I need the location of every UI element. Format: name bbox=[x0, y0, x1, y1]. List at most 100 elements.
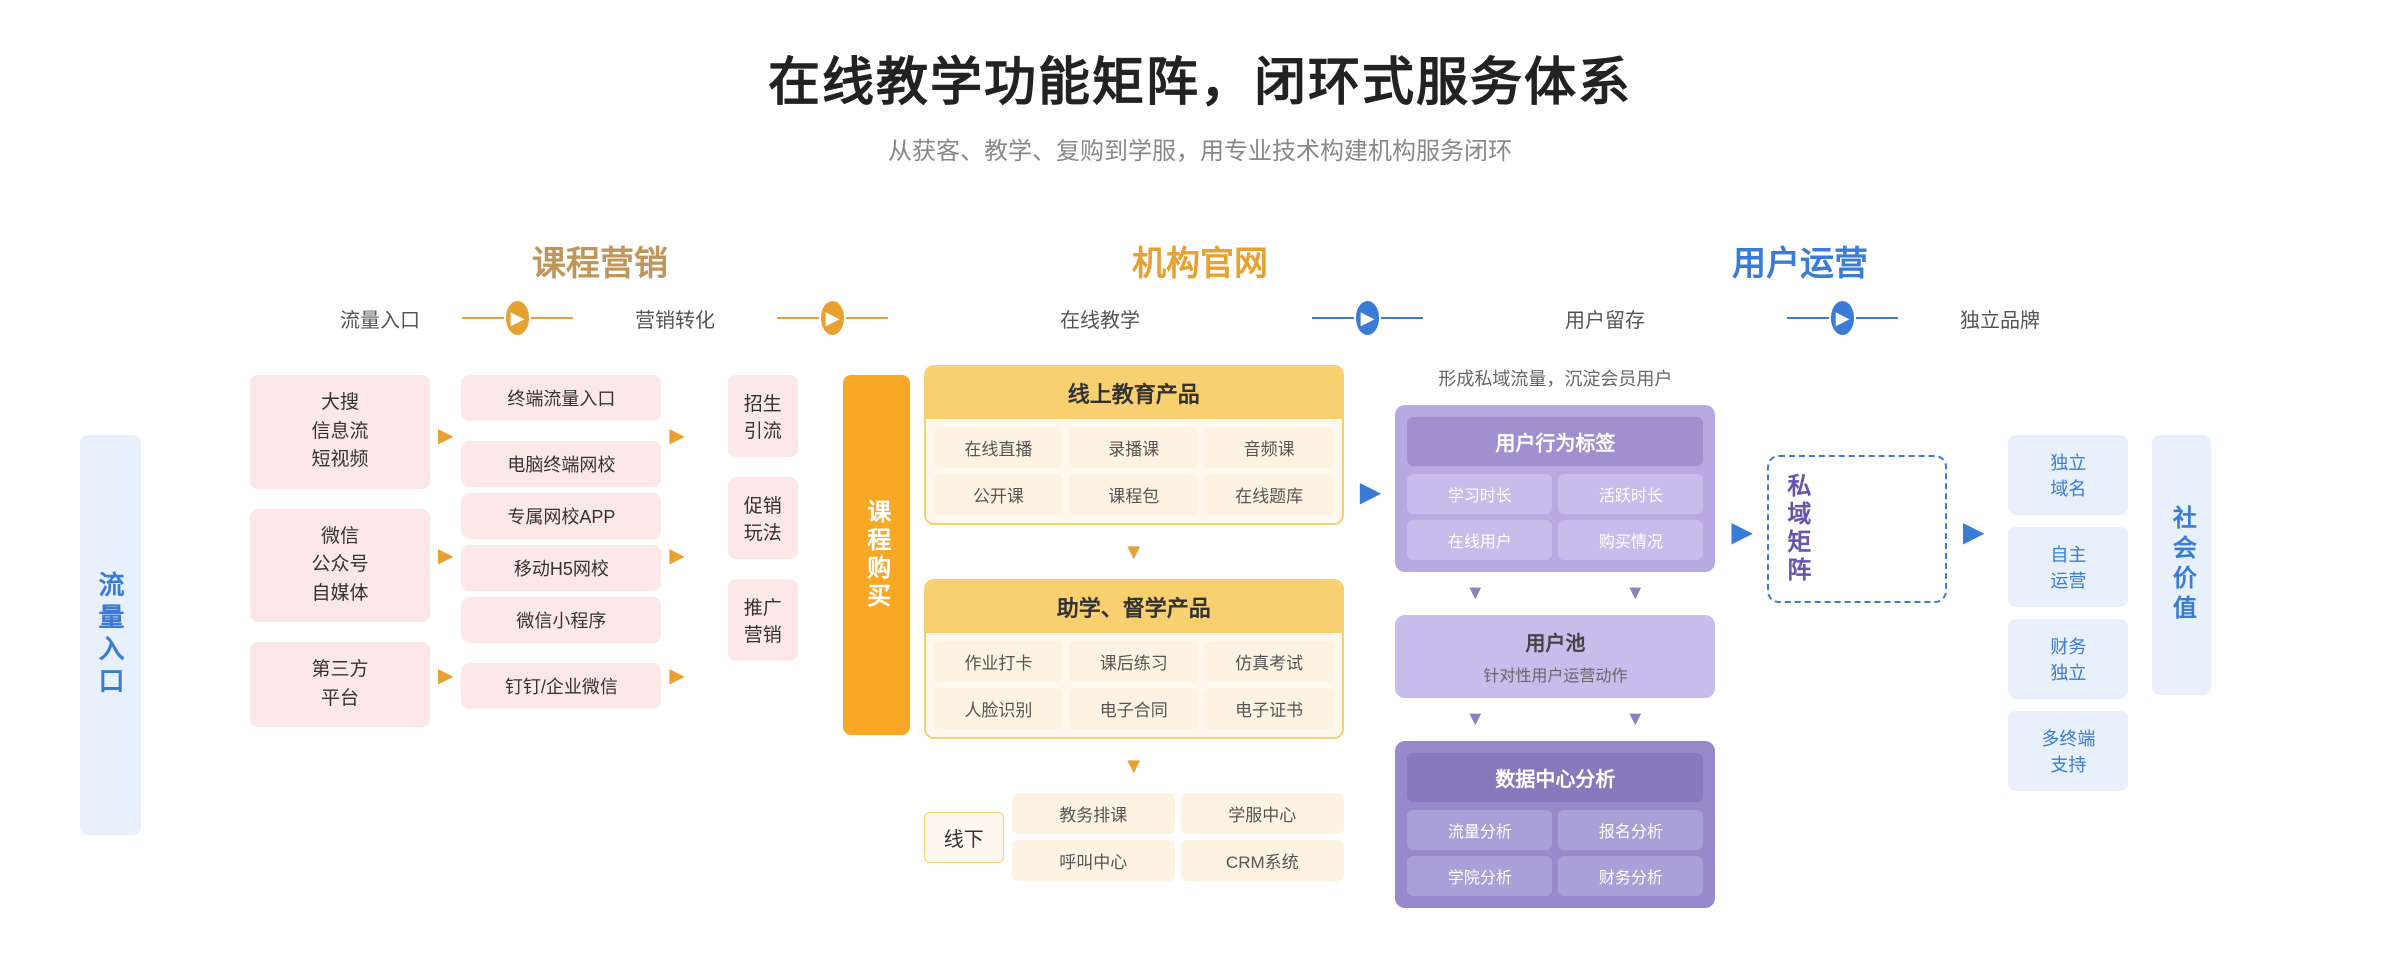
behavior-arrows: ▼ ▼ bbox=[1395, 582, 1715, 605]
product-block: 线上教育产品 在线直播 录播课 音频课 公开课 课程包 在线题库 bbox=[924, 365, 1344, 525]
product-cell-2: 音频课 bbox=[1204, 427, 1333, 468]
pipeline-line-6 bbox=[1381, 317, 1423, 319]
pipeline-label-2: 在线教学 bbox=[1060, 304, 1140, 333]
arrow-down-b1: ▼ bbox=[1625, 582, 1645, 605]
offline-label: 线下 bbox=[924, 812, 1004, 863]
data-center-item-2: 学院分析 bbox=[1407, 856, 1552, 896]
src-arrows: ▶ ▶ ▶ bbox=[434, 385, 457, 725]
offline-cell-2: 呼叫中心 bbox=[1012, 840, 1175, 881]
purchase-wrapper: 课程购买 bbox=[843, 375, 910, 735]
page-subtitle: 从获客、教学、复购到学服，用专业技术构建机构服务闭环 bbox=[60, 131, 2340, 166]
pipeline-line-7 bbox=[1787, 317, 1829, 319]
arrow-brand: ▶ bbox=[1963, 516, 1985, 547]
pipeline-line-2 bbox=[531, 317, 573, 319]
arrow-down-b0: ▼ bbox=[1465, 582, 1485, 605]
assist-cell-3: 人脸识别 bbox=[934, 688, 1063, 729]
data-center-grid: 流量分析 报名分析 学院分析 财务分析 bbox=[1407, 810, 1703, 896]
traffic-convert-col: 终端流量入口 电脑终端网校 专属网校APP 移动H5网校 微信小程序 钉钉/企业… bbox=[461, 375, 661, 709]
assist-header: 助学、督学产品 bbox=[926, 581, 1342, 633]
arrow-private: ▶ bbox=[1731, 516, 1753, 547]
product-grid: 在线直播 录播课 音频课 公开课 课程包 在线题库 bbox=[926, 419, 1342, 523]
cat-marketing: 课程营销 bbox=[532, 245, 668, 283]
behavior-item-2: 在线用户 bbox=[1407, 520, 1552, 560]
pipeline-line-5 bbox=[1312, 317, 1354, 319]
assist-grid: 作业打卡 课后练习 仿真考试 人脸识别 电子合同 电子证书 bbox=[926, 633, 1342, 737]
pipeline-label-4: 独立品牌 bbox=[1960, 304, 2040, 333]
brand-item-0: 独立域名 bbox=[2008, 435, 2128, 515]
private-domain-vert: 私域矩阵 bbox=[1779, 473, 1814, 585]
product-cell-0: 在线直播 bbox=[934, 427, 1063, 468]
traffic-item-0: 终端流量入口 bbox=[461, 375, 661, 421]
traffic-item-1d: 微信小程序 bbox=[461, 597, 661, 643]
pipeline-label-3: 用户留存 bbox=[1565, 304, 1645, 333]
traffic-item-1a: 电脑终端网校 bbox=[461, 441, 661, 487]
assist-cell-0: 作业打卡 bbox=[934, 641, 1063, 682]
data-center-item-0: 流量分析 bbox=[1407, 810, 1552, 850]
user-pool-block: 用户池 针对性用户运营动作 bbox=[1395, 615, 1715, 698]
offline-cell-3: CRM系统 bbox=[1181, 840, 1344, 881]
traffic-item-1b: 专属网校APP bbox=[461, 493, 661, 539]
arrow-s0: ▶ bbox=[438, 423, 453, 448]
arrow-down-2: ▼ bbox=[924, 753, 1344, 779]
assist-block: 助学、督学产品 作业打卡 课后练习 仿真考试 人脸识别 电子合同 电子证书 bbox=[924, 579, 1344, 739]
page-header: 在线教学功能矩阵，闭环式服务体系 从获客、教学、复购到学服，用专业技术构建机构服… bbox=[60, 0, 2340, 236]
category-row: 课程营销 机构官网 用户运营 bbox=[60, 236, 2340, 285]
offline-cell-0: 教务排课 bbox=[1012, 793, 1175, 834]
arrow-user: ▶ bbox=[1360, 476, 1382, 507]
page-title: 在线教学功能矩阵，闭环式服务体系 bbox=[60, 40, 2340, 115]
behavior-item-3: 购买情况 bbox=[1558, 520, 1703, 560]
left-entry: 流量入口 bbox=[80, 435, 240, 835]
behavior-tag-grid: 学习时长 活跃时长 在线用户 购买情况 bbox=[1407, 474, 1703, 560]
arrow-down-p1: ▼ bbox=[1625, 708, 1645, 731]
user-retain-col: 形成私域流量，沉淀会员用户 用户行为标签 学习时长 活跃时长 在线用户 购买情况… bbox=[1395, 365, 1715, 908]
arrow-c1: ▶ bbox=[669, 543, 684, 568]
behavior-tag-block: 用户行为标签 学习时长 活跃时长 在线用户 购买情况 bbox=[1395, 405, 1715, 572]
pipeline-label-1: 营销转化 bbox=[635, 304, 715, 333]
brand-right-col: 独立域名 自主运营 财务独立 多终端支持 bbox=[1998, 435, 2138, 791]
private-domain-wrapper: 私域矩阵 bbox=[1767, 455, 1947, 603]
pipeline-label-0: 流量入口 bbox=[340, 304, 420, 333]
social-value-box: 社会价值 bbox=[2152, 435, 2211, 695]
pipeline-arrow-1: ▶ bbox=[506, 301, 530, 335]
pipeline-line-4 bbox=[846, 317, 888, 319]
source-box-2: 第三方平台 bbox=[250, 642, 430, 727]
convert-col: 招生引流 促销玩法 推广营销 bbox=[693, 375, 833, 661]
page-container: 在线教学功能矩阵，闭环式服务体系 从获客、教学、复购到学服，用专业技术构建机构服… bbox=[0, 0, 2400, 908]
offline-cell-1: 学服中心 bbox=[1181, 793, 1344, 834]
sources-col: 大搜信息流短视频 微信公众号自媒体 第三方平台 bbox=[250, 375, 430, 727]
left-vertical-label: 流量入口 bbox=[80, 435, 141, 835]
purchase-box: 课程购买 bbox=[843, 375, 910, 735]
product-cell-1: 录播课 bbox=[1069, 427, 1198, 468]
social-value-wrapper: 社会价值 bbox=[2152, 435, 2211, 695]
pipeline-line-3 bbox=[777, 317, 819, 319]
behavior-item-0: 学习时长 bbox=[1407, 474, 1552, 514]
product-header: 线上教育产品 bbox=[926, 367, 1342, 419]
convert-arrows: ▶ ▶ ▶ bbox=[665, 385, 688, 725]
traffic-items-group: 电脑终端网校 专属网校APP 移动H5网校 微信小程序 bbox=[461, 441, 661, 643]
arrow-c2: ▶ bbox=[669, 663, 684, 688]
brand-item-3: 多终端支持 bbox=[2008, 711, 2128, 791]
online-section: 线上教育产品 在线直播 录播课 音频课 公开课 课程包 在线题库 ▼ 助学、督学… bbox=[924, 365, 1344, 881]
assist-cell-1: 课后练习 bbox=[1069, 641, 1198, 682]
behavior-tag-title: 用户行为标签 bbox=[1407, 417, 1703, 466]
data-center-item-1: 报名分析 bbox=[1558, 810, 1703, 850]
arrow-down-p0: ▼ bbox=[1465, 708, 1485, 731]
cat-website: 机构官网 bbox=[1132, 245, 1268, 283]
source-box-1: 微信公众号自媒体 bbox=[250, 509, 430, 623]
arrow-to-user-retain: ▶ bbox=[1356, 475, 1386, 508]
product-cell-4: 课程包 bbox=[1069, 474, 1198, 515]
arrow-s2: ▶ bbox=[438, 663, 453, 688]
body-row: 流量入口 大搜信息流短视频 微信公众号自媒体 第三方平台 ▶ ▶ ▶ 终端流量入… bbox=[60, 355, 2340, 908]
arrow-s1: ▶ bbox=[438, 543, 453, 568]
assist-cell-5: 电子证书 bbox=[1204, 688, 1333, 729]
pipeline-arrow-2: ▶ bbox=[821, 301, 845, 335]
traffic-item-2: 钉钉/企业微信 bbox=[461, 663, 661, 709]
product-cell-5: 在线题库 bbox=[1204, 474, 1333, 515]
pool-arrows: ▼ ▼ bbox=[1395, 708, 1715, 731]
behavior-item-1: 活跃时长 bbox=[1558, 474, 1703, 514]
cat-user: 用户运营 bbox=[1732, 245, 1868, 283]
user-retain-header: 形成私域流量，沉淀会员用户 bbox=[1395, 365, 1715, 391]
brand-item-1: 自主运营 bbox=[2008, 527, 2128, 607]
pipeline-header: 流量入口 ▶ 营销转化 ▶ 在线教学 ▶ 用户留存 ▶ 独立品牌 bbox=[60, 301, 2340, 335]
arrow-to-private: ▶ bbox=[1727, 515, 1757, 548]
